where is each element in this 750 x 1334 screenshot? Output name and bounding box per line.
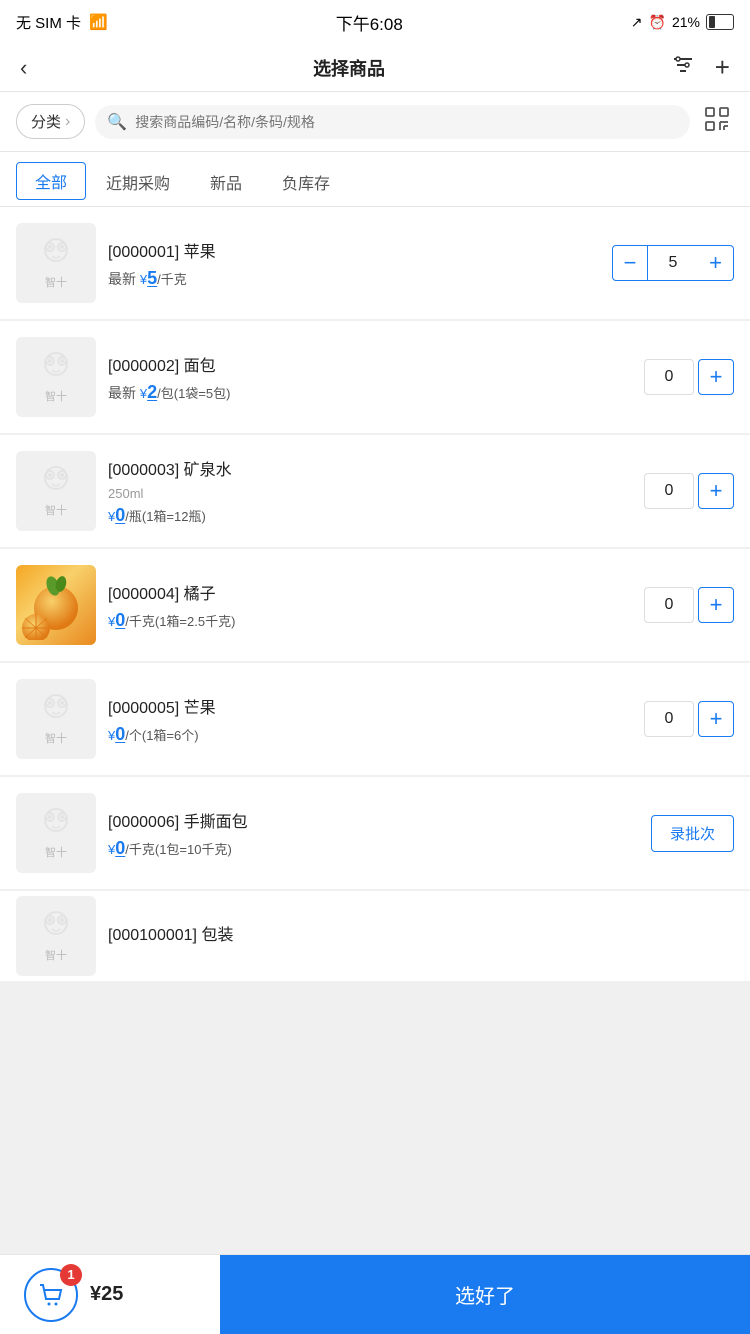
- quantity-input[interactable]: [648, 245, 698, 281]
- table-row: 智十 [000100001] 包装: [0, 891, 750, 981]
- nav-right-actions: +: [671, 52, 730, 83]
- product-price: 最新 ¥5/千克: [108, 268, 600, 289]
- qty-control: +: [644, 359, 734, 395]
- product-info: [0000004] 橘子 ¥0/千克(1箱=2.5千克): [108, 580, 632, 631]
- category-chevron: ›: [65, 113, 70, 131]
- product-price: ¥0/千克(1箱=2.5千克): [108, 610, 632, 631]
- product-thumbnail: [16, 565, 96, 645]
- tab-negative[interactable]: 负库存: [262, 162, 350, 206]
- product-spec: 250ml: [108, 486, 632, 501]
- product-thumbnail: 智十: [16, 451, 96, 531]
- product-thumbnail: 智十: [16, 793, 96, 873]
- battery-icon: [706, 14, 734, 30]
- category-label: 分类: [31, 111, 61, 132]
- status-right: ↗ ⏰ 21%: [631, 14, 734, 31]
- carrier-text: 无 SIM 卡: [16, 12, 81, 33]
- battery-percent: 21%: [672, 14, 700, 30]
- quantity-input[interactable]: [644, 701, 694, 737]
- alarm-icon: ⏰: [649, 14, 666, 31]
- qty-control: 录批次: [651, 815, 734, 852]
- cart-total: ¥25: [90, 1283, 123, 1306]
- product-name: [0000006] 手撕面包: [108, 808, 639, 832]
- bottom-bar: 1 ¥25 选好了: [0, 1254, 750, 1334]
- table-row: 智十 [0000005] 芒果 ¥0/个(1箱=6个) +: [0, 663, 750, 775]
- table-row: 智十 [0000002] 面包 最新 ¥2/包(1袋=5包) +: [0, 321, 750, 433]
- product-thumbnail: 智十: [16, 337, 96, 417]
- filter-search-bar: 分类 › 🔍: [0, 92, 750, 152]
- quantity-input[interactable]: [644, 473, 694, 509]
- search-input[interactable]: [135, 114, 678, 130]
- scan-barcode-button[interactable]: [700, 106, 734, 138]
- qty-control: +: [644, 701, 734, 737]
- quantity-decrease-button[interactable]: −: [612, 245, 648, 281]
- quantity-input[interactable]: [644, 359, 694, 395]
- table-row: 智十 [0000003] 矿泉水 250ml ¥0/瓶(1箱=12瓶) +: [0, 435, 750, 547]
- product-info: [0000001] 苹果 最新 ¥5/千克: [108, 238, 600, 289]
- quantity-increase-button[interactable]: +: [698, 245, 734, 281]
- product-price: ¥0/千克(1包=10千克): [108, 838, 639, 859]
- location-icon: ↗: [631, 14, 643, 31]
- tab-new[interactable]: 新品: [190, 162, 262, 206]
- product-list: 智十 [0000001] 苹果 最新 ¥5/千克 − +: [0, 207, 750, 1073]
- back-button[interactable]: ‹: [20, 55, 27, 81]
- table-row: [0000004] 橘子 ¥0/千克(1箱=2.5千克) +: [0, 549, 750, 661]
- product-price: ¥0/个(1箱=6个): [108, 724, 632, 745]
- add-button[interactable]: +: [715, 52, 730, 83]
- product-name: [000100001] 包装: [108, 921, 734, 945]
- search-icon: 🔍: [107, 112, 127, 132]
- product-name: [0000003] 矿泉水: [108, 456, 632, 480]
- quantity-increase-button[interactable]: +: [698, 587, 734, 623]
- qty-control: +: [644, 587, 734, 623]
- product-info: [0000006] 手撕面包 ¥0/千克(1包=10千克): [108, 808, 639, 859]
- product-name: [0000001] 苹果: [108, 238, 600, 262]
- cart-section: 1 ¥25: [0, 1268, 220, 1322]
- quantity-input[interactable]: [644, 587, 694, 623]
- qty-control: − +: [612, 245, 734, 281]
- product-thumbnail: 智十: [16, 223, 96, 303]
- table-row: 智十 [0000001] 苹果 最新 ¥5/千克 − +: [0, 207, 750, 319]
- batch-record-button[interactable]: 录批次: [651, 815, 734, 852]
- tab-bar: 全部 近期采购 新品 负库存: [0, 152, 750, 207]
- product-info: [0000002] 面包 最新 ¥2/包(1袋=5包): [108, 352, 632, 403]
- product-thumbnail: 智十: [16, 679, 96, 759]
- product-price: ¥0/瓶(1箱=12瓶): [108, 505, 632, 526]
- product-thumbnail: 智十: [16, 896, 96, 976]
- product-name: [0000005] 芒果: [108, 694, 632, 718]
- product-info: [0000003] 矿泉水 250ml ¥0/瓶(1箱=12瓶): [108, 456, 632, 526]
- product-info: [0000005] 芒果 ¥0/个(1箱=6个): [108, 694, 632, 745]
- search-box: 🔍: [95, 105, 690, 139]
- quantity-increase-button[interactable]: +: [698, 701, 734, 737]
- table-row: 智十 [0000006] 手撕面包 ¥0/千克(1包=10千克) 录批次: [0, 777, 750, 889]
- quantity-increase-button[interactable]: +: [698, 473, 734, 509]
- tab-recent[interactable]: 近期采购: [86, 162, 190, 206]
- product-name: [0000002] 面包: [108, 352, 632, 376]
- page-title: 选择商品: [313, 55, 385, 81]
- cart-button[interactable]: 1: [24, 1268, 78, 1322]
- category-filter-button[interactable]: 分类 ›: [16, 104, 85, 139]
- wifi-icon: 📶: [89, 13, 108, 31]
- product-price: 最新 ¥2/包(1袋=5包): [108, 382, 632, 403]
- status-left: 无 SIM 卡 📶: [16, 12, 108, 33]
- nav-bar: ‹ 选择商品 +: [0, 44, 750, 92]
- product-name: [0000004] 橘子: [108, 580, 632, 604]
- product-info: [000100001] 包装: [108, 921, 734, 951]
- cart-badge: 1: [60, 1264, 82, 1286]
- status-bar: 无 SIM 卡 📶 下午6:08 ↗ ⏰ 21%: [0, 0, 750, 44]
- tab-all[interactable]: 全部: [16, 162, 86, 200]
- confirm-button[interactable]: 选好了: [220, 1255, 750, 1334]
- quantity-increase-button[interactable]: +: [698, 359, 734, 395]
- filter-button[interactable]: [671, 53, 695, 83]
- status-time: 下午6:08: [336, 10, 403, 35]
- qty-control: +: [644, 473, 734, 509]
